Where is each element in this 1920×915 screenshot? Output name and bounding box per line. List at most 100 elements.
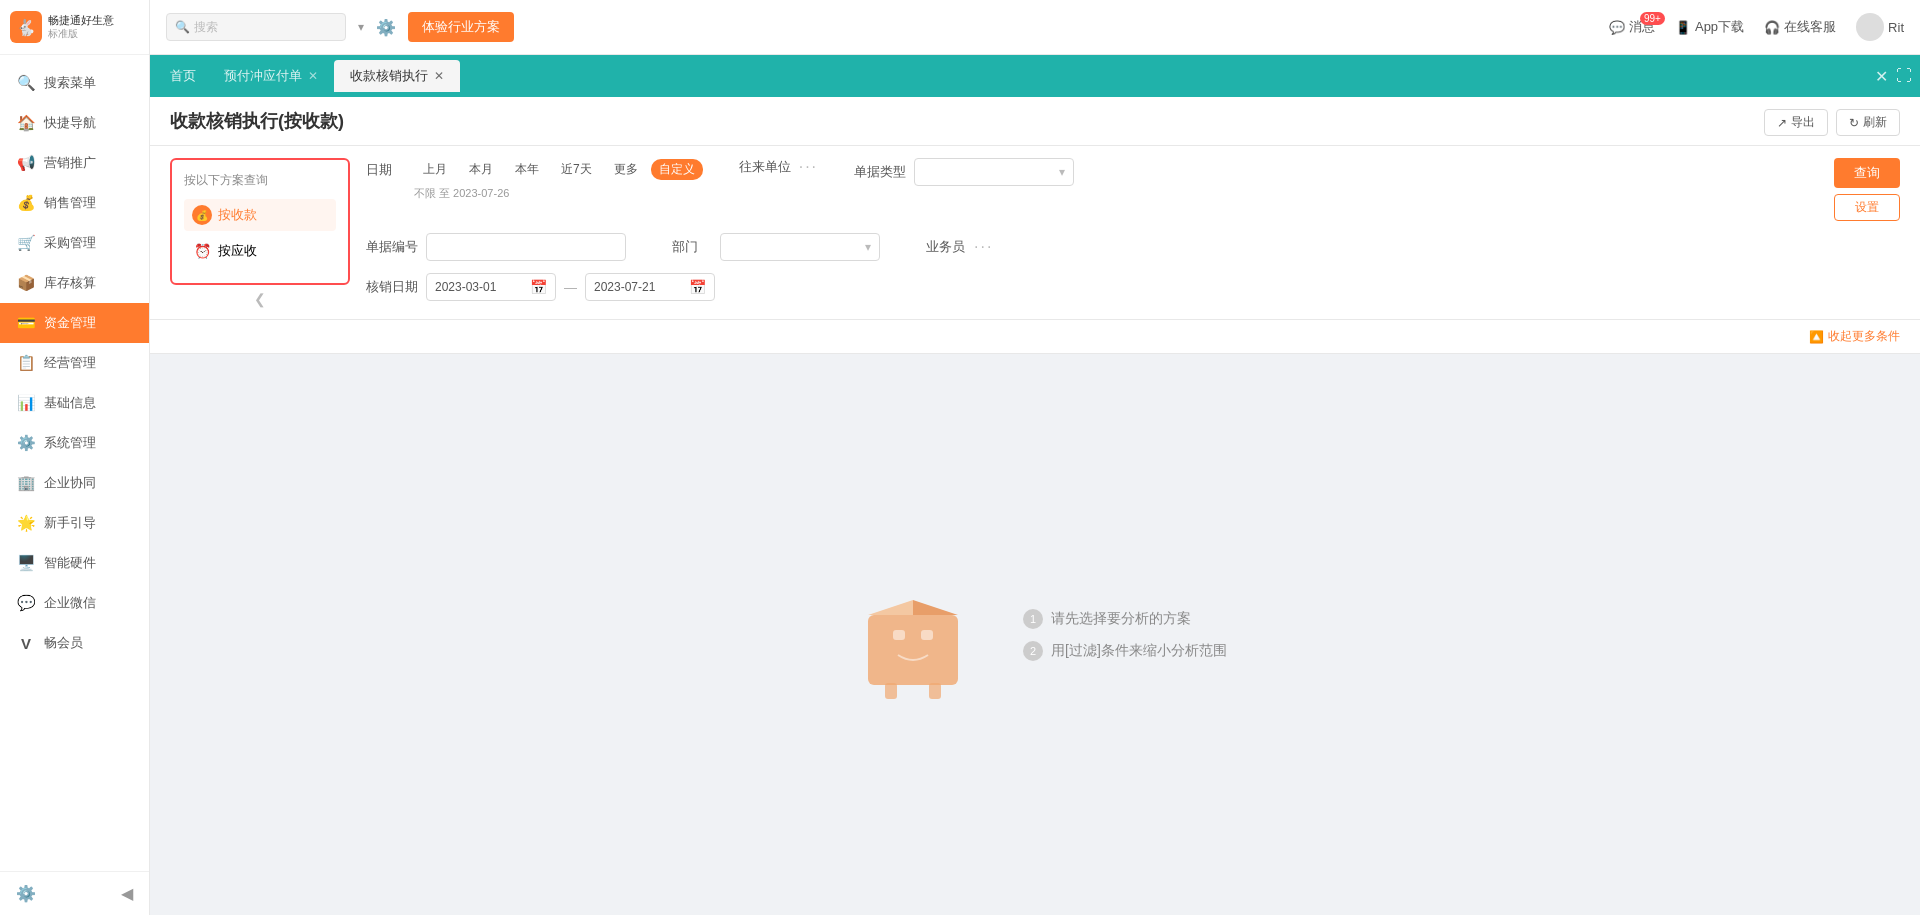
date-sub-text: 不限 至 2023-07-26	[414, 187, 509, 199]
filter-left-panel: 按以下方案查询 💰 按收款 ⏰ 按应收 ❮	[170, 158, 350, 307]
sidebar-item-basic[interactable]: 📊 基础信息	[0, 383, 149, 423]
dept-select[interactable]: ▾	[720, 233, 880, 261]
solution-button[interactable]: 体验行业方案	[408, 12, 514, 42]
bill-type-select[interactable]: ▾	[914, 158, 1074, 186]
filter-panel-collapse[interactable]: ❮	[170, 291, 350, 307]
sidebar-item-label: 快捷导航	[44, 114, 96, 132]
sidebar-item-sales[interactable]: 💰 销售管理	[0, 183, 149, 223]
receipt-icon: 💰	[192, 205, 212, 225]
sidebar-item-newbie[interactable]: 🌟 新手引导	[0, 503, 149, 543]
step-1-num: 1	[1023, 609, 1043, 629]
collapse-sidebar-icon[interactable]: ◀	[121, 884, 133, 903]
app-icon: 📱	[1675, 20, 1691, 35]
collapse-up-icon: 🔼	[1809, 330, 1824, 344]
search-box[interactable]: 🔍 搜索	[166, 13, 346, 41]
sidebar-item-label: 系统管理	[44, 434, 96, 452]
filter-area: 按以下方案查询 💰 按收款 ⏰ 按应收 ❮	[150, 146, 1920, 320]
sidebar-item-enterprise[interactable]: 🏢 企业协同	[0, 463, 149, 503]
calendar-start-icon[interactable]: 📅	[530, 279, 547, 295]
sidebar-item-label: 搜索菜单	[44, 74, 96, 92]
date-btn-7days[interactable]: 近7天	[552, 158, 601, 181]
app-edition: 标准版	[48, 27, 114, 41]
tab-close-all-icon[interactable]: ✕	[1875, 67, 1888, 86]
export-button[interactable]: ↗ 导出	[1764, 109, 1828, 136]
filter-option-by-receivable[interactable]: ⏰ 按应收	[184, 235, 336, 267]
operation-icon: 📋	[16, 353, 36, 373]
bill-number-input[interactable]	[426, 233, 626, 261]
sidebar-item-system[interactable]: ⚙️ 系统管理	[0, 423, 149, 463]
main-content: 🔍 搜索 ▾ ⚙️ 体验行业方案 💬 消息 99+ 📱 App下载 🎧 在线客服…	[150, 0, 1920, 915]
hardware-icon: 🖥️	[16, 553, 36, 573]
marketing-icon: 📢	[16, 153, 36, 173]
staff-input-dots[interactable]: ···	[974, 238, 993, 256]
sidebar-item-label: 基础信息	[44, 394, 96, 412]
calendar-end-icon[interactable]: 📅	[689, 279, 706, 295]
sidebar-item-hardware[interactable]: 🖥️ 智能硬件	[0, 543, 149, 583]
bill-number-label: 单据编号	[366, 238, 418, 256]
date-btn-custom[interactable]: 自定义	[651, 159, 703, 180]
content-header: 收款核销执行(按收款) ↗ 导出 ↻ 刷新	[150, 97, 1920, 146]
purchase-icon: 🛒	[16, 233, 36, 253]
sidebar-item-finance[interactable]: 💳 资金管理	[0, 303, 149, 343]
tab-home[interactable]: 首页	[158, 60, 208, 92]
tab-receipt[interactable]: 收款核销执行 ✕	[334, 60, 460, 92]
step-2-label: 用[过滤]条件来缩小分析范围	[1051, 642, 1227, 660]
dept-label: 部门	[672, 238, 712, 256]
sidebar-item-operation[interactable]: 📋 经营管理	[0, 343, 149, 383]
tab-receipt-close[interactable]: ✕	[434, 69, 444, 83]
search-icon: 🔍	[175, 20, 190, 34]
service-icon: 🎧	[1764, 20, 1780, 35]
search-dropdown-icon[interactable]: ▾	[358, 20, 364, 34]
sidebar-menu: 🔍 搜索菜单 🏠 快捷导航 📢 营销推广 💰 销售管理 🛒 采购管理 📦 库存核…	[0, 55, 149, 871]
verify-date-start[interactable]: 2023-03-01 📅	[426, 273, 556, 301]
bill-type-label: 单据类型	[854, 163, 906, 181]
message-button[interactable]: 💬 消息 99+	[1609, 18, 1655, 36]
sidebar-item-search[interactable]: 🔍 搜索菜单	[0, 63, 149, 103]
sidebar-item-marketing[interactable]: 📢 营销推广	[0, 143, 149, 183]
app-download-button[interactable]: 📱 App下载	[1675, 18, 1744, 36]
svg-marker-2	[913, 600, 958, 615]
tab-prepay[interactable]: 预付冲应付单 ✕	[208, 60, 334, 92]
gear-icon[interactable]: ⚙️	[376, 18, 396, 37]
sidebar-item-wechat[interactable]: 💬 企业微信	[0, 583, 149, 623]
topbar: 🔍 搜索 ▾ ⚙️ 体验行业方案 💬 消息 99+ 📱 App下载 🎧 在线客服…	[150, 0, 1920, 55]
tab-home-label: 首页	[170, 67, 196, 85]
svg-rect-0	[868, 615, 958, 685]
sidebar-item-label: 库存核算	[44, 274, 96, 292]
sidebar-item-inventory[interactable]: 📦 库存核算	[0, 263, 149, 303]
partner-label: 往来单位	[739, 158, 791, 176]
settings-icon[interactable]: ⚙️	[16, 884, 36, 903]
svg-rect-3	[893, 630, 905, 640]
header-actions: ↗ 导出 ↻ 刷新	[1764, 109, 1900, 136]
settings-button[interactable]: 设置	[1834, 194, 1900, 221]
date-btn-last-month[interactable]: 上月	[414, 158, 456, 181]
tab-expand-icon[interactable]: ⛶	[1896, 67, 1912, 85]
query-button[interactable]: 查询	[1834, 158, 1900, 188]
empty-illustration	[843, 565, 983, 705]
partner-input-dots[interactable]: ···	[799, 158, 818, 176]
filter-option-receipt-label: 按收款	[218, 206, 257, 224]
verify-date-end[interactable]: 2023-07-21 📅	[585, 273, 715, 301]
sidebar-item-quick[interactable]: 🏠 快捷导航	[0, 103, 149, 143]
avatar	[1856, 13, 1884, 41]
step-1-label: 请先选择要分析的方案	[1051, 610, 1191, 628]
date-btn-this-month[interactable]: 本月	[460, 158, 502, 181]
service-button[interactable]: 🎧 在线客服	[1764, 18, 1836, 36]
filter-right-panel: 日期 上月 本月 本年 近7天 更多 自定义 不限 至 2023-0	[366, 158, 1900, 307]
filter-option-receivable-label: 按应收	[218, 242, 257, 260]
collapse-more-bar[interactable]: 🔼 收起更多条件	[150, 320, 1920, 354]
tab-prepay-close[interactable]: ✕	[308, 69, 318, 83]
sidebar-item-purchase[interactable]: 🛒 采购管理	[0, 223, 149, 263]
sidebar-item-label: 新手引导	[44, 514, 96, 532]
refresh-button[interactable]: ↻ 刷新	[1836, 109, 1900, 136]
date-btn-this-year[interactable]: 本年	[506, 158, 548, 181]
staff-label: 业务员	[926, 238, 966, 256]
filter-option-by-receipt[interactable]: 💰 按收款	[184, 199, 336, 231]
tabbar: 首页 预付冲应付单 ✕ 收款核销执行 ✕ ✕ ⛶	[150, 55, 1920, 97]
empty-state: 1 请先选择要分析的方案 2 用[过滤]条件来缩小分析范围	[150, 354, 1920, 915]
empty-svg	[843, 565, 983, 705]
user-menu[interactable]: Rit	[1856, 13, 1904, 41]
export-icon: ↗	[1777, 116, 1787, 130]
date-btn-more[interactable]: 更多	[605, 158, 647, 181]
sidebar-item-member[interactable]: V 畅会员	[0, 623, 149, 663]
